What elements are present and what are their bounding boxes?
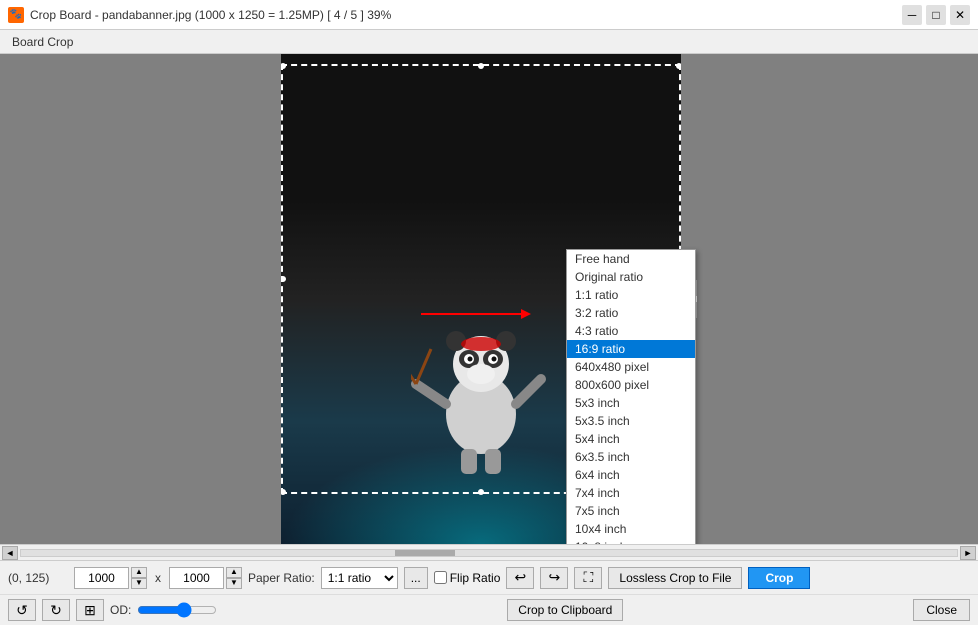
paper-ratio-label: Paper Ratio: — [248, 571, 315, 585]
ratio-option-5x35inch[interactable]: 5x3.5 inch — [567, 412, 695, 430]
width-down-button[interactable]: ▼ — [131, 578, 147, 589]
height-up-button[interactable]: ▲ — [226, 567, 242, 578]
hscroll-right-button[interactable]: ► — [960, 546, 976, 560]
ratio-dropdown-menu[interactable]: Free hand Original ratio 1:1 ratio 3:2 r… — [566, 249, 696, 544]
toolbar2: ↺ ↻ ⊞ OD: Crop to Clipboard Close — [0, 594, 978, 625]
horizontal-scrollbar[interactable]: ◄ ► — [0, 544, 978, 560]
ratio-option-16x9[interactable]: 16:9 ratio — [567, 340, 695, 358]
crop-to-clipboard-button[interactable]: Crop to Clipboard — [507, 599, 623, 621]
ratio-option-1x1[interactable]: 1:1 ratio — [567, 286, 695, 304]
menu-item-board-crop[interactable]: Board Crop — [4, 33, 81, 51]
ratio-option-800x600[interactable]: 800x600 pixel — [567, 376, 695, 394]
ratio-option-7x5inch[interactable]: 7x5 inch — [567, 502, 695, 520]
close-window-button[interactable]: ✕ — [950, 5, 970, 25]
crop-handle-tc[interactable] — [478, 63, 484, 69]
hscroll-track[interactable] — [20, 549, 958, 557]
ratio-option-original[interactable]: Original ratio — [567, 268, 695, 286]
rotate-cw-button[interactable]: ↻ — [42, 599, 70, 621]
titlebar-left: 🐾 Crop Board - pandabanner.jpg (1000 x 1… — [8, 7, 391, 23]
crop-handle-tl[interactable] — [281, 63, 286, 69]
ratio-option-4x3[interactable]: 4:3 ratio — [567, 322, 695, 340]
lossless-crop-to-file-button[interactable]: Lossless Crop to File — [608, 567, 742, 589]
crop-button[interactable]: Crop — [748, 567, 810, 589]
app-icon: 🐾 — [8, 7, 24, 23]
grid-button[interactable]: ⊞ — [76, 599, 104, 621]
paper-ratio-select[interactable]: 1:1 ratio 2:3 ratio 3:4 ratio 16:9 ratio — [321, 567, 398, 589]
hscroll-thumb[interactable] — [395, 550, 455, 556]
window-controls: ─ □ ✕ — [902, 5, 970, 25]
ratio-option-640x480[interactable]: 640x480 pixel — [567, 358, 695, 376]
close-button[interactable]: Close — [913, 599, 970, 621]
height-down-button[interactable]: ▼ — [226, 578, 242, 589]
menubar: Board Crop — [0, 30, 978, 54]
crop-handle-tr[interactable] — [676, 63, 681, 69]
size-separator: x — [155, 571, 161, 585]
titlebar: 🐾 Crop Board - pandabanner.jpg (1000 x 1… — [0, 0, 978, 30]
ratio-option-5x3inch[interactable]: 5x3 inch — [567, 394, 695, 412]
crop-handle-ml[interactable] — [281, 276, 286, 282]
arrow-head — [521, 309, 531, 319]
canvas-area[interactable]: Free hand Original ratio 1:1 ratio 3:2 r… — [0, 54, 978, 544]
nav-left-button[interactable]: ↩ — [506, 567, 534, 589]
coordinates-display: (0, 125) — [8, 571, 68, 585]
ratio-option-6x4inch[interactable]: 6x4 inch — [567, 466, 695, 484]
rotate-ccw-button[interactable]: ↺ — [8, 599, 36, 621]
ratio-option-7x4inch[interactable]: 7x4 inch — [567, 484, 695, 502]
od-slider[interactable] — [137, 602, 217, 618]
arrow-indicator — [421, 309, 531, 319]
height-spinner: ▲ ▼ — [226, 567, 242, 589]
fullscreen-button[interactable]: ⛶ — [574, 567, 602, 589]
flip-ratio-input[interactable] — [434, 571, 447, 584]
bottom-toolbar: (0, 125) 1000 ▲ ▼ x 1000 ▲ ▼ Paper Ratio… — [0, 560, 978, 594]
flip-ratio-label: Flip Ratio — [450, 571, 501, 585]
minimize-button[interactable]: ─ — [902, 5, 922, 25]
width-input-group: 1000 ▲ ▼ — [74, 567, 147, 589]
height-input[interactable]: 1000 — [169, 567, 224, 589]
height-input-group: 1000 ▲ ▼ — [169, 567, 242, 589]
width-spinner: ▲ ▼ — [131, 567, 147, 589]
arrow-line — [421, 313, 521, 315]
od-label: OD: — [110, 603, 131, 617]
ratio-option-freehand[interactable]: Free hand — [567, 250, 695, 268]
flip-ratio-checkbox[interactable]: Flip Ratio — [434, 571, 501, 585]
ratio-option-10x4inch[interactable]: 10x4 inch — [567, 520, 695, 538]
image-container: Free hand Original ratio 1:1 ratio 3:2 r… — [281, 54, 681, 544]
maximize-button[interactable]: □ — [926, 5, 946, 25]
more-options-button[interactable]: ... — [404, 567, 428, 589]
hscroll-left-button[interactable]: ◄ — [2, 546, 18, 560]
nav-right-button[interactable]: ↪ — [540, 567, 568, 589]
width-input[interactable]: 1000 — [74, 567, 129, 589]
main-area: Free hand Original ratio 1:1 ratio 3:2 r… — [0, 54, 978, 544]
ratio-option-6x35inch[interactable]: 6x3.5 inch — [567, 448, 695, 466]
ratio-option-5x4inch[interactable]: 5x4 inch — [567, 430, 695, 448]
window-title: Crop Board - pandabanner.jpg (1000 x 125… — [30, 8, 391, 22]
ratio-option-10x8inch[interactable]: 10x8 inch — [567, 538, 695, 544]
width-up-button[interactable]: ▲ — [131, 567, 147, 578]
ratio-option-3x2[interactable]: 3:2 ratio — [567, 304, 695, 322]
